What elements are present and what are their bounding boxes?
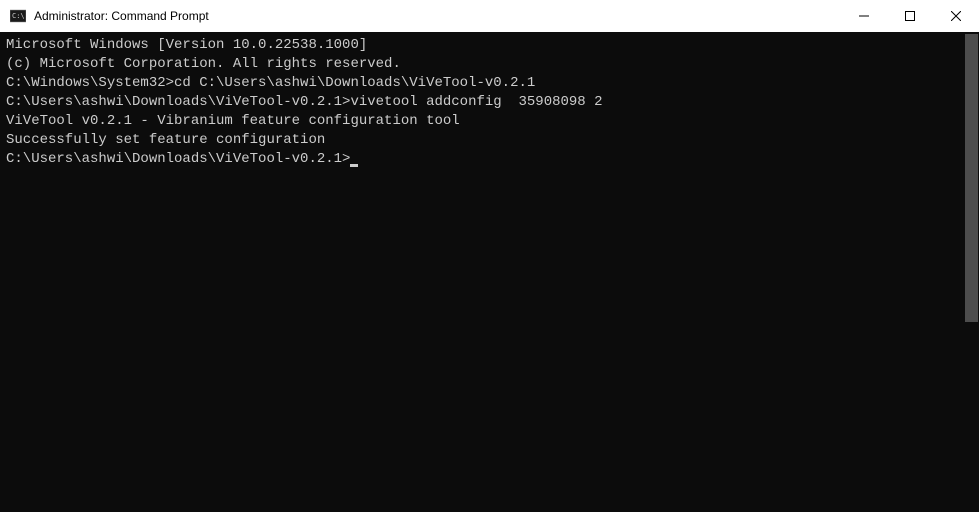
svg-text:C:\: C:\: [12, 12, 25, 20]
close-button[interactable]: [933, 0, 979, 32]
maximize-button[interactable]: [887, 0, 933, 32]
terminal-output[interactable]: Microsoft Windows [Version 10.0.22538.10…: [0, 32, 964, 512]
titlebar[interactable]: C:\ Administrator: Command Prompt: [0, 0, 979, 32]
terminal-line: C:\Windows\System32>cd C:\Users\ashwi\Do…: [6, 74, 958, 93]
terminal-line: C:\Users\ashwi\Downloads\ViVeTool-v0.2.1…: [6, 93, 958, 112]
cmd-icon: C:\: [10, 8, 26, 24]
terminal-line: (c) Microsoft Corporation. All rights re…: [6, 55, 958, 74]
cursor: [350, 164, 358, 167]
window-title: Administrator: Command Prompt: [34, 9, 841, 23]
scrollbar-thumb[interactable]: [965, 34, 978, 322]
terminal-line: Microsoft Windows [Version 10.0.22538.10…: [6, 36, 958, 55]
scrollbar[interactable]: [964, 32, 979, 512]
window-controls: [841, 0, 979, 31]
terminal-line: ViVeTool v0.2.1 - Vibranium feature conf…: [6, 112, 958, 131]
terminal-line: Successfully set feature configuration: [6, 131, 958, 150]
terminal-area: Microsoft Windows [Version 10.0.22538.10…: [0, 32, 979, 512]
minimize-button[interactable]: [841, 0, 887, 32]
command-prompt-window: C:\ Administrator: Command Prompt Micros…: [0, 0, 979, 512]
terminal-line: C:\Users\ashwi\Downloads\ViVeTool-v0.2.1…: [6, 150, 958, 169]
